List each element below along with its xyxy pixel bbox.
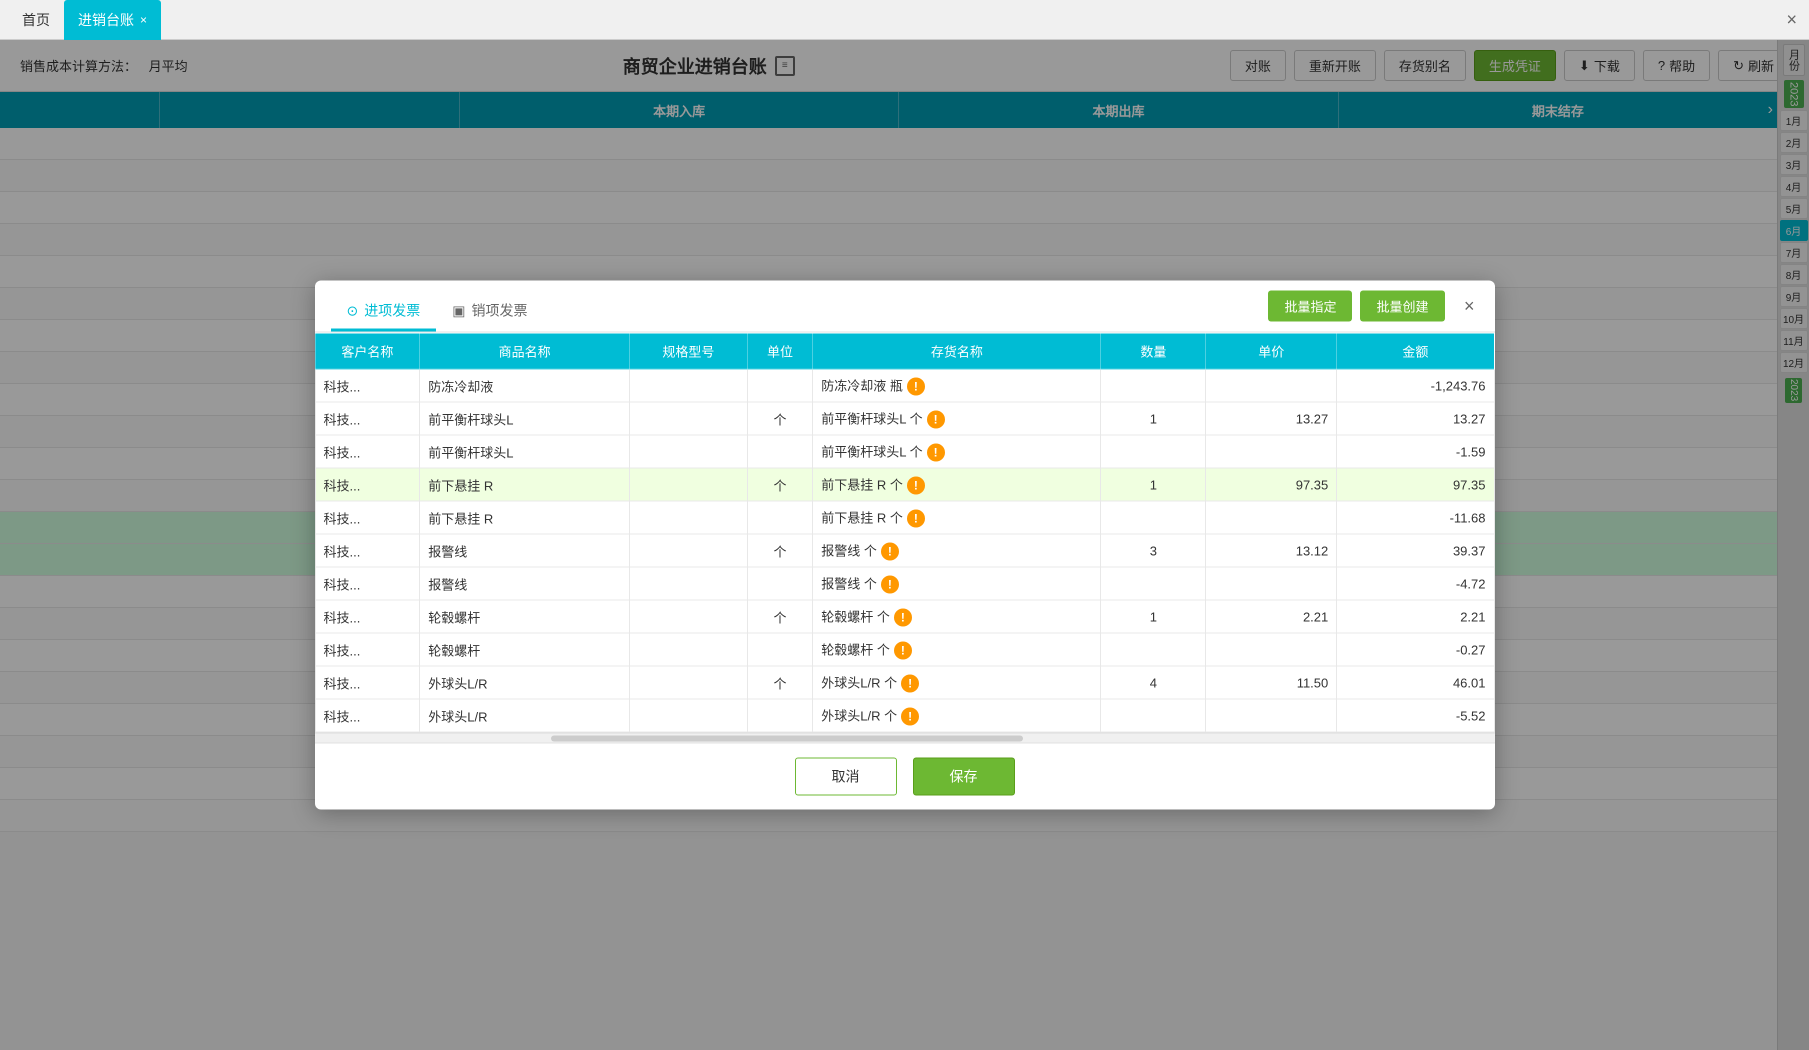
col-product: 商品名称 — [420, 333, 630, 369]
modal-table: 客户名称 商品名称 规格型号 单位 存货名称 数量 单价 金额 科技...防冻冷… — [315, 333, 1495, 733]
incoming-icon: ⊙ — [347, 302, 359, 319]
warning-icon: ! — [907, 378, 925, 396]
warning-icon: ! — [894, 609, 912, 627]
table-row[interactable]: 科技...前平衡杆球头L个前平衡杆球头L 个!113.2713.27 — [315, 402, 1494, 435]
scrollbar-thumb — [551, 736, 1023, 742]
col-amount: 金额 — [1337, 333, 1494, 369]
table-row[interactable]: 科技...报警线个报警线 个!313.1239.37 — [315, 534, 1494, 567]
tab-home-label: 首页 — [22, 10, 50, 30]
warning-icon: ! — [927, 444, 945, 462]
tab-home[interactable]: 首页 — [8, 0, 64, 40]
horizontal-scrollbar[interactable] — [315, 733, 1495, 743]
window-close-icon[interactable]: × — [1786, 9, 1797, 30]
modal-footer: 取消 保存 — [315, 743, 1495, 810]
tab-incoming-invoice[interactable]: ⊙ 进项发票 — [331, 293, 437, 332]
col-qty: 数量 — [1101, 333, 1206, 369]
table-row[interactable]: 科技...前下悬挂 R前下悬挂 R 个!-11.68 — [315, 501, 1494, 534]
col-price: 单价 — [1206, 333, 1337, 369]
batch-assign-button[interactable]: 批量指定 — [1268, 291, 1352, 322]
table-header-row: 客户名称 商品名称 规格型号 单位 存货名称 数量 单价 金额 — [315, 333, 1494, 369]
col-customer: 客户名称 — [315, 333, 420, 369]
col-unit: 单位 — [747, 333, 813, 369]
batch-create-button[interactable]: 批量创建 — [1360, 291, 1444, 322]
modal-table-container[interactable]: 客户名称 商品名称 规格型号 单位 存货名称 数量 单价 金额 科技...防冻冷… — [315, 333, 1495, 743]
table-row[interactable]: 科技...外球头L/R外球头L/R 个!-5.52 — [315, 699, 1494, 732]
tab-ledger-label: 进销台账 — [78, 10, 134, 30]
table-row[interactable]: 科技...外球头L/R个外球头L/R 个!411.5046.01 — [315, 666, 1494, 699]
warning-icon: ! — [907, 510, 925, 528]
modal-action-buttons: 批量指定 批量创建 — [1268, 291, 1444, 322]
invoice-modal: ⊙ 进项发票 ▣ 销项发票 批量指定 批量创建 × 客户名称 商品名称 规格型号 — [315, 281, 1495, 810]
tab-outgoing-invoice[interactable]: ▣ 销项发票 — [436, 293, 543, 332]
warning-icon: ! — [901, 708, 919, 726]
table-row[interactable]: 科技...防冻冷却液防冻冷却液 瓶!-1,243.76 — [315, 369, 1494, 402]
warning-icon: ! — [901, 675, 919, 693]
modal-header: ⊙ 进项发票 ▣ 销项发票 批量指定 批量创建 × — [315, 281, 1495, 333]
save-button[interactable]: 保存 — [913, 758, 1015, 796]
col-spec: 规格型号 — [629, 333, 747, 369]
warning-icon: ! — [907, 477, 925, 495]
table-row[interactable]: 科技...前下悬挂 R个前下悬挂 R 个!197.3597.35 — [315, 468, 1494, 501]
cancel-button[interactable]: 取消 — [795, 758, 897, 796]
main-area: 销售成本计算方法： 月平均 商贸企业进销台账 ≡ 对账 重新开账 存货别名 生成… — [0, 40, 1809, 1050]
warning-icon: ! — [881, 576, 899, 594]
tab-close-icon[interactable]: × — [140, 13, 147, 27]
table-row[interactable]: 科技...轮毂螺杆个轮毂螺杆 个!12.212.21 — [315, 600, 1494, 633]
table-row[interactable]: 科技...前平衡杆球头L前平衡杆球头L 个!-1.59 — [315, 435, 1494, 468]
table-row[interactable]: 科技...轮毂螺杆轮毂螺杆 个!-0.27 — [315, 633, 1494, 666]
tab-ledger[interactable]: 进销台账 × — [64, 0, 161, 40]
warning-icon: ! — [894, 642, 912, 660]
tab-bar: 首页 进销台账 × × — [0, 0, 1809, 40]
warning-icon: ! — [881, 543, 899, 561]
warning-icon: ! — [927, 411, 945, 429]
outgoing-icon: ▣ — [452, 302, 465, 319]
col-inventory: 存货名称 — [813, 333, 1101, 369]
modal-close-icon[interactable]: × — [1460, 292, 1479, 321]
table-row[interactable]: 科技...报警线报警线 个!-4.72 — [315, 567, 1494, 600]
